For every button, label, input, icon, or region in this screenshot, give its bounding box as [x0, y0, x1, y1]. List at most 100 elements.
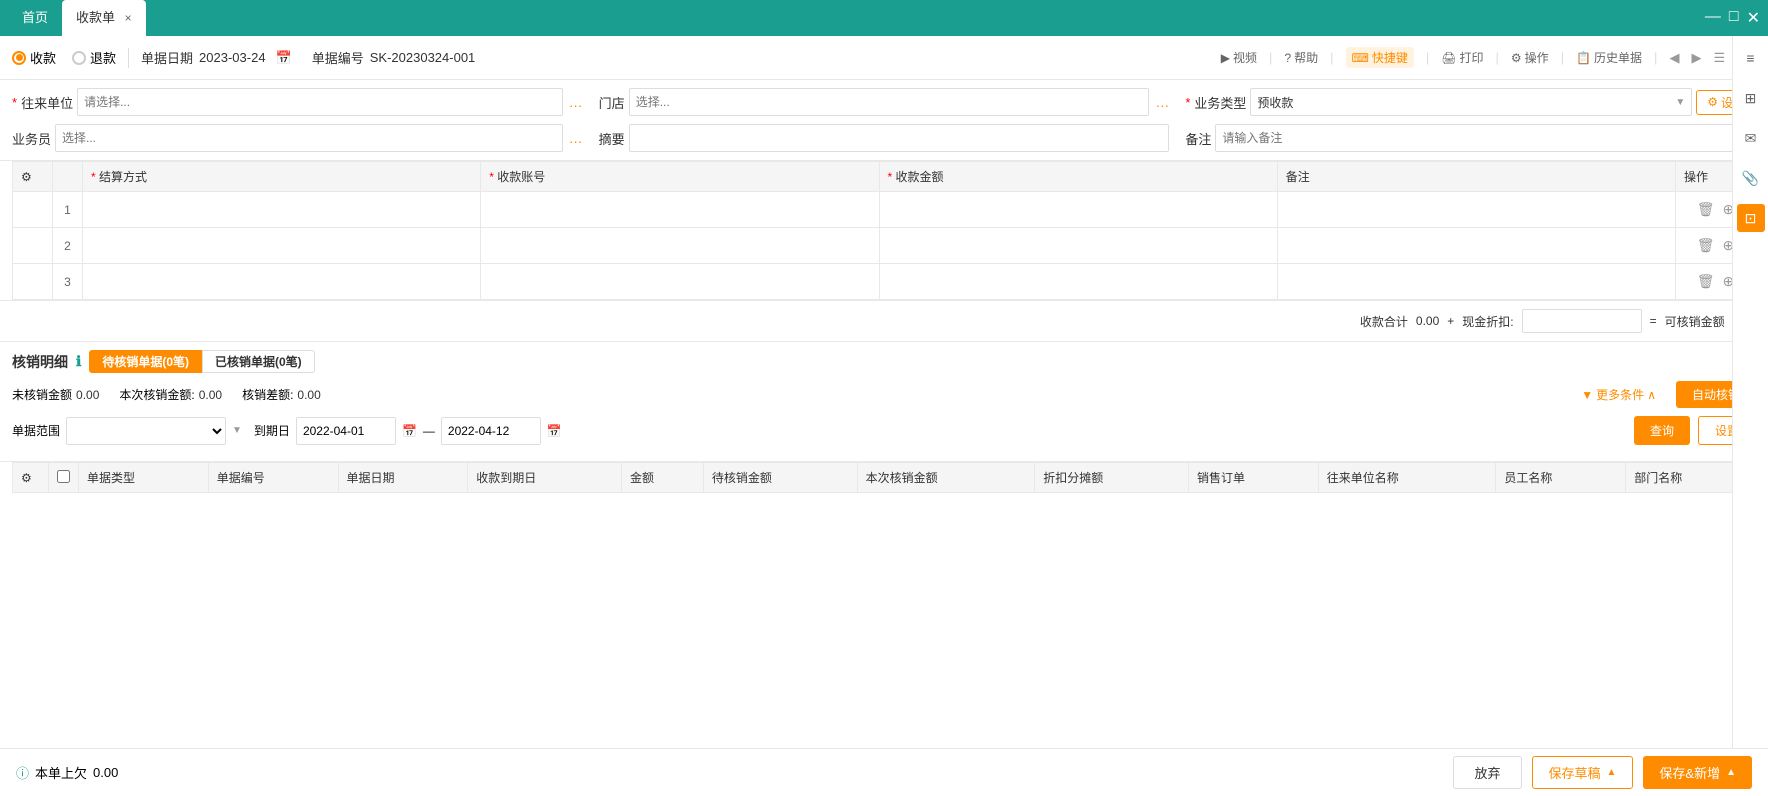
form-area: * 往来单位 … 门店 … * 业务类型 预收款 ▼ ⚙: [0, 80, 1768, 161]
sidebar-icon-1[interactable]: ≡: [1737, 44, 1765, 72]
table-settings-icon[interactable]: ⚙: [21, 170, 32, 184]
due-date-start-input[interactable]: [296, 417, 396, 445]
row2-account[interactable]: [481, 228, 879, 264]
filter-icon: ▼: [1581, 388, 1593, 402]
info-icon[interactable]: ℹ: [76, 353, 81, 370]
row2-remark-input[interactable]: [1278, 228, 1675, 263]
select-all-checkbox[interactable]: [57, 470, 70, 483]
row1-account[interactable]: [481, 192, 879, 228]
print-icon: 🖨: [1441, 51, 1456, 65]
calendar-start-icon[interactable]: 📅: [402, 424, 417, 438]
row3-delete-icon[interactable]: 🗑: [1697, 273, 1715, 290]
video-link[interactable]: ▶ 视频: [1221, 49, 1257, 66]
nav-prev[interactable]: ◀: [1669, 50, 1679, 66]
gear-icon: ⚙: [1707, 95, 1718, 109]
business-type-select[interactable]: 预收款 ▼: [1250, 88, 1692, 116]
store-more[interactable]: …: [1155, 94, 1169, 110]
save-new-chevron[interactable]: ▲: [1726, 767, 1736, 778]
radio-refund[interactable]: 退款: [72, 48, 116, 67]
row3-account-input[interactable]: [481, 264, 878, 299]
row1-amount[interactable]: [879, 192, 1277, 228]
bottom-table-wrap: ⚙ 单据类型 单据编号 单据日期 收款到期日 金额 待核销金额 本次核销金额 折…: [0, 462, 1768, 493]
tab-receipt[interactable]: 收款单 ×: [62, 0, 146, 36]
abstract-input[interactable]: [629, 124, 1170, 152]
nav-next[interactable]: ▶: [1691, 50, 1701, 66]
more-conditions[interactable]: ▼ 更多条件 ∧: [1581, 386, 1656, 403]
footer-info-icon: ⓘ: [16, 763, 29, 782]
row1-amount-input[interactable]: [880, 192, 1277, 227]
row3-account[interactable]: [481, 264, 879, 300]
due-date-end-input[interactable]: [441, 417, 541, 445]
store-input[interactable]: [629, 88, 1150, 116]
range-select[interactable]: [66, 417, 226, 445]
salesman-more[interactable]: …: [569, 130, 583, 146]
radio-receipt[interactable]: 收款: [12, 48, 56, 67]
shortcut-link[interactable]: ⌨ 快捷键: [1346, 47, 1414, 68]
date-field: 单据日期 2023-03-24 📅: [141, 48, 292, 67]
receipt-type-group: 收款 退款: [12, 48, 116, 67]
row1-settlement[interactable]: [83, 192, 481, 228]
counterparty-more[interactable]: …: [569, 94, 583, 110]
row3-settlement[interactable]: [83, 264, 481, 300]
row2-remark[interactable]: [1277, 228, 1675, 264]
minimize-icon[interactable]: —: [1705, 8, 1721, 28]
counterparty-field: * 往来单位 …: [12, 88, 583, 116]
sidebar-icon-5[interactable]: ⊡: [1737, 204, 1765, 232]
tab-pending[interactable]: 待核销单据(0笔): [89, 350, 202, 373]
tab-completed[interactable]: 已核销单据(0笔): [202, 350, 315, 373]
row1-delete-icon[interactable]: 🗑: [1697, 201, 1715, 218]
row3-amount[interactable]: [879, 264, 1277, 300]
save-draft-chevron[interactable]: ▲: [1607, 767, 1617, 778]
store-label: 门店: [599, 93, 625, 112]
maximize-icon[interactable]: □: [1729, 8, 1739, 28]
row1-remark[interactable]: [1277, 192, 1675, 228]
remark-field: 备注: [1185, 124, 1756, 152]
save-new-button[interactable]: 保存&新增 ▲: [1643, 756, 1752, 789]
row2-account-input[interactable]: [481, 228, 878, 263]
row1-remark-input[interactable]: [1278, 192, 1675, 227]
calendar-icon[interactable]: 📅: [276, 50, 292, 66]
row1-account-input[interactable]: [481, 192, 878, 227]
form-row-2: 业务员 … 摘要 备注: [12, 124, 1756, 152]
bottom-col-amount: 金额: [622, 463, 704, 493]
view-list-icon[interactable]: ☰: [1713, 50, 1725, 66]
tab-home[interactable]: 首页: [8, 0, 62, 36]
row2-delete-icon[interactable]: 🗑: [1697, 237, 1715, 254]
close-icon[interactable]: ✕: [1747, 8, 1760, 28]
help-link[interactable]: ? 帮助: [1284, 49, 1318, 66]
calendar-end-icon[interactable]: 📅: [547, 424, 562, 438]
salesman-field: 业务员 …: [12, 124, 583, 152]
sidebar-icon-3[interactable]: ✉: [1737, 124, 1765, 152]
range-chevron: ▼: [232, 425, 242, 436]
footer: ⓘ 本单上欠 0.00 放弃 保存草稿 ▲ 保存&新增 ▲: [0, 748, 1768, 796]
row2-settlement-input[interactable]: [83, 228, 480, 263]
counterparty-input[interactable]: [77, 88, 563, 116]
abandon-button[interactable]: 放弃: [1453, 756, 1521, 789]
diff-value: 0.00: [297, 388, 320, 402]
bottom-col-due: 收款到期日: [468, 463, 622, 493]
discount-input[interactable]: [1522, 309, 1642, 333]
row2-amount-input[interactable]: [880, 228, 1277, 263]
row3-amount-input[interactable]: [880, 264, 1277, 299]
row3-remark[interactable]: [1277, 264, 1675, 300]
row2-settlement[interactable]: [83, 228, 481, 264]
remark-input[interactable]: [1215, 124, 1756, 152]
business-type-label: 业务类型: [1194, 93, 1246, 112]
row3-settlement-input[interactable]: [83, 264, 480, 299]
range-label: 单据范围: [12, 422, 60, 439]
history-link[interactable]: 📋 历史单据: [1576, 49, 1642, 66]
row3-remark-input[interactable]: [1278, 264, 1675, 299]
sidebar-icon-4[interactable]: 📎: [1737, 164, 1765, 192]
print-link[interactable]: 🖨 打印: [1441, 49, 1483, 66]
tab-close-icon[interactable]: ×: [125, 11, 132, 25]
row2-amount[interactable]: [879, 228, 1277, 264]
query-button[interactable]: 查询: [1634, 416, 1690, 445]
row-num-3: 3: [53, 264, 83, 300]
operation-link[interactable]: ⚙ 操作: [1511, 49, 1549, 66]
salesman-input[interactable]: [55, 124, 563, 152]
row1-settlement-input[interactable]: [83, 192, 480, 227]
sidebar-icon-2[interactable]: ⊞: [1737, 84, 1765, 112]
bottom-table-settings-icon[interactable]: ⚙: [21, 471, 32, 485]
current-stat: 本次核销金额: 0.00: [119, 386, 222, 403]
save-draft-button[interactable]: 保存草稿 ▲: [1532, 756, 1634, 789]
